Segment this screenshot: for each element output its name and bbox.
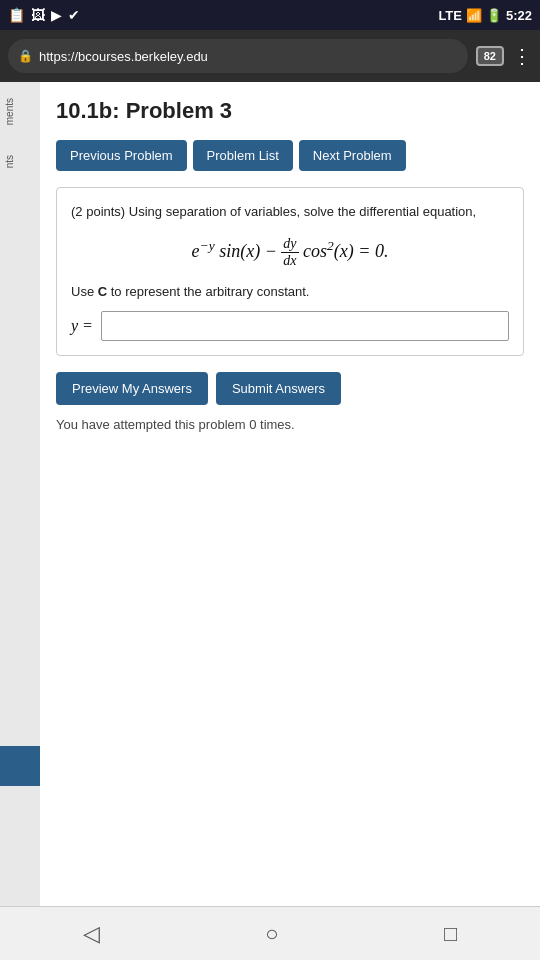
app-icon-3: ▶ xyxy=(51,7,62,23)
answer-input[interactable] xyxy=(101,311,509,341)
problem-list-btn[interactable]: Problem List xyxy=(193,140,293,171)
y-label: y = xyxy=(71,317,93,335)
app-icon-1: 📋 xyxy=(8,7,25,23)
menu-dots-icon[interactable]: ⋮ xyxy=(512,44,532,68)
problem-box: (2 points) Using separation of variables… xyxy=(56,187,524,356)
equation: e−y sin(x) − dy dx cos2(x) = 0. xyxy=(192,241,389,261)
main-content: 10.1b: Problem 3 Previous Problem Proble… xyxy=(40,82,540,906)
url-bar[interactable]: 🔒 https://bcourses.berkeley.edu xyxy=(8,39,468,73)
sidebar-blue-block[interactable] xyxy=(0,746,40,786)
status-bar-left: 📋 🖼 ▶ ✔ xyxy=(8,7,80,23)
tab-count[interactable]: 82 xyxy=(476,46,504,66)
prev-problem-btn[interactable]: Previous Problem xyxy=(56,140,187,171)
attempt-text: You have attempted this problem 0 times. xyxy=(56,417,524,432)
fraction-dy-dx: dy dx xyxy=(281,236,298,271)
sidebar-item-nts[interactable]: nts xyxy=(4,155,15,168)
answer-row: y = xyxy=(71,311,509,341)
lock-icon: 🔒 xyxy=(18,49,33,63)
submit-btn[interactable]: Submit Answers xyxy=(216,372,341,405)
network-label: LTE xyxy=(438,8,462,23)
time-label: 5:22 xyxy=(506,8,532,23)
problem-points: (2 points) xyxy=(71,204,125,219)
use-c-note: Use C to represent the arbitrary constan… xyxy=(71,284,509,299)
overview-button[interactable]: □ xyxy=(444,921,457,947)
url-text: https://bcourses.berkeley.edu xyxy=(39,49,208,64)
status-bar: 📋 🖼 ▶ ✔ LTE 📶 🔋 5:22 xyxy=(0,0,540,30)
home-button[interactable]: ○ xyxy=(265,921,278,947)
app-icon-4: ✔ xyxy=(68,7,80,23)
equation-container: e−y sin(x) − dy dx cos2(x) = 0. xyxy=(71,236,509,271)
page-title: 10.1b: Problem 3 xyxy=(56,98,524,124)
action-buttons: Preview My Answers Submit Answers xyxy=(56,372,524,405)
bottom-nav: ◁ ○ □ xyxy=(0,906,540,960)
signal-icon: 📶 xyxy=(466,8,482,23)
problem-desc-text: Using separation of variables, solve the… xyxy=(129,204,476,219)
status-bar-right: LTE 📶 🔋 5:22 xyxy=(438,8,532,23)
browser-chrome: 🔒 https://bcourses.berkeley.edu 82 ⋮ xyxy=(0,30,540,82)
preview-btn[interactable]: Preview My Answers xyxy=(56,372,208,405)
app-icon-2: 🖼 xyxy=(31,7,45,23)
back-button[interactable]: ◁ xyxy=(83,921,100,947)
problem-description: (2 points) Using separation of variables… xyxy=(71,202,509,222)
next-problem-btn[interactable]: Next Problem xyxy=(299,140,406,171)
sidebar-item-assignments[interactable]: ments xyxy=(4,98,15,125)
nav-buttons: Previous Problem Problem List Next Probl… xyxy=(56,140,524,171)
sidebar: ments nts xyxy=(0,82,40,906)
battery-icon: 🔋 xyxy=(486,8,502,23)
